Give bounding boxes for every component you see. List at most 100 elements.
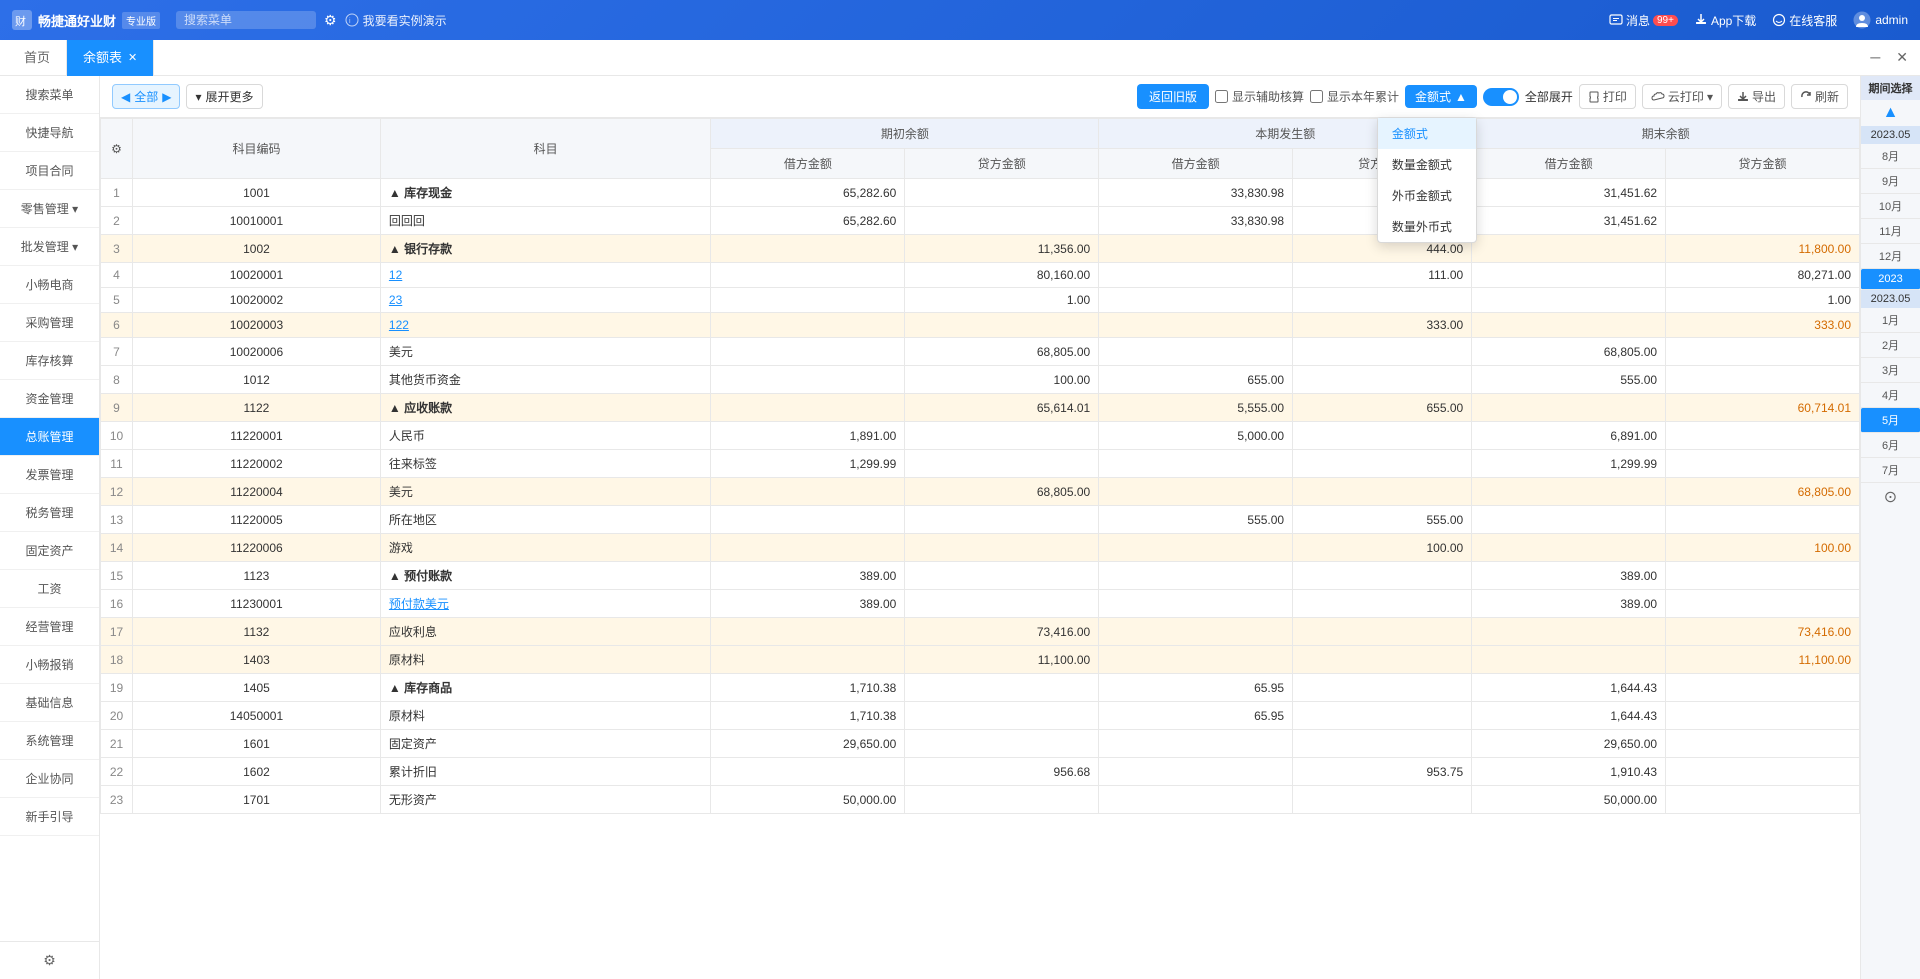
sidebar-item-shortcut[interactable]: 快捷导航 [0, 114, 99, 152]
sidebar-item-search[interactable]: 搜索菜单 [0, 76, 99, 114]
row-number: 18 [101, 646, 133, 674]
sidebar-item-capital[interactable]: 资金管理 [0, 380, 99, 418]
table-row: 4100200011280,160.00111.0080,271.00 [101, 263, 1860, 288]
dropdown-item-qty-foreign[interactable]: 数量外币式 [1378, 211, 1476, 242]
tab-balance[interactable]: 余额表 ✕ [67, 40, 154, 76]
user-avatar[interactable]: admin [1853, 11, 1908, 29]
subject-name: 原材料 [380, 702, 711, 730]
period-month-6[interactable]: 6月 [1861, 433, 1920, 458]
period-month-2[interactable]: 2月 [1861, 333, 1920, 358]
year-accum-checkbox[interactable] [1310, 90, 1323, 103]
sidebar-item-fixed-assets[interactable]: 固定资产 [0, 532, 99, 570]
period-debit-cell: 5,555.00 [1099, 394, 1293, 422]
sidebar-item-base-info[interactable]: 基础信息 [0, 684, 99, 722]
toggle-track[interactable] [1483, 88, 1519, 106]
row-number: 15 [101, 562, 133, 590]
expand-more-btn[interactable]: ▾ 展开更多 [186, 84, 262, 109]
subject-name[interactable]: ▲ 预付账款 [380, 562, 711, 590]
minimize-btn[interactable]: ─ [1866, 49, 1884, 66]
message-icon [1609, 13, 1623, 27]
settings-col-header[interactable]: ⚙ [101, 119, 133, 179]
sidebar-item-sales[interactable]: 小畅报销 [0, 646, 99, 684]
opening-credit-cell [905, 506, 1099, 534]
tab-home[interactable]: 首页 [8, 40, 67, 76]
sidebar-item-purchase[interactable]: 采购管理 [0, 304, 99, 342]
subject-name[interactable]: 预付款美元 [380, 590, 711, 618]
opening-debit-cell [711, 263, 905, 288]
period-debit-cell [1099, 235, 1293, 263]
closing-debit-cell [1472, 506, 1666, 534]
sidebar-item-inventory[interactable]: 库存核算 [0, 342, 99, 380]
year-accum-label[interactable]: 显示本年累计 [1310, 88, 1399, 105]
sidebar-item-enterprise[interactable]: 企业协同 [0, 760, 99, 798]
refresh-btn[interactable]: 刷新 [1791, 84, 1848, 109]
table-row: 610020003122333.00333.00 [101, 313, 1860, 338]
aux-checkbox[interactable] [1215, 90, 1228, 103]
subject-name[interactable]: ▲ 银行存款 [380, 235, 711, 263]
sidebar-item-retail[interactable]: 零售管理 ▾ [0, 190, 99, 228]
closing-debit-cell [1472, 313, 1666, 338]
demo-link[interactable]: i 我要看实例演示 [345, 12, 447, 29]
dropdown-item-amount[interactable]: 金额式 [1378, 118, 1476, 149]
subject-name[interactable]: 122 [380, 313, 711, 338]
app-download-btn[interactable]: App下载 [1694, 12, 1756, 29]
period-credit-cell: 655.00 [1293, 394, 1472, 422]
opening-credit-cell [905, 730, 1099, 758]
subject-name[interactable]: 12 [380, 263, 711, 288]
all-filter-btn[interactable]: ◀ 全部 ▶ [112, 84, 180, 109]
period-month-4[interactable]: 4月 [1861, 383, 1920, 408]
sidebar-item-operations[interactable]: 经营管理 [0, 608, 99, 646]
period-month-11[interactable]: 11月 [1861, 219, 1920, 244]
period-month-8[interactable]: 8月 [1861, 144, 1920, 169]
sidebar-item-tax[interactable]: 税务管理 [0, 494, 99, 532]
period-up-btn[interactable]: ▲ [1861, 100, 1920, 126]
export-btn[interactable]: 导出 [1728, 84, 1785, 109]
sidebar-item-ecommerce[interactable]: 小畅电商 [0, 266, 99, 304]
opening-credit-cell: 100.00 [905, 366, 1099, 394]
period-month-12[interactable]: 12月 [1861, 244, 1920, 269]
amount-type-btn[interactable]: 金额式 ▲ [1405, 85, 1477, 108]
service-icon [1772, 13, 1786, 27]
dropdown-item-qty-amount[interactable]: 数量金额式 [1378, 149, 1476, 180]
aux-check-label[interactable]: 显示辅助核算 [1215, 88, 1304, 105]
row-number: 8 [101, 366, 133, 394]
period-collapse-btn[interactable]: ⊙ [1861, 483, 1920, 511]
row-number: 17 [101, 618, 133, 646]
period-year-2023[interactable]: 2023 [1861, 269, 1920, 290]
sidebar-item-ledger[interactable]: 总账管理 [0, 418, 99, 456]
opening-credit-cell: 1.00 [905, 288, 1099, 313]
search-input[interactable] [176, 11, 316, 29]
messages-btn[interactable]: 消息 99+ [1609, 12, 1678, 29]
sidebar-item-project[interactable]: 项目合同 [0, 152, 99, 190]
dropdown-item-foreign-amount[interactable]: 外币金额式 [1378, 180, 1476, 211]
opening-credit-cell [905, 207, 1099, 235]
print-btn[interactable]: 打印 [1579, 84, 1636, 109]
period-month-5[interactable]: 5月 [1861, 408, 1920, 433]
opening-credit-cell: 68,805.00 [905, 478, 1099, 506]
subject-name[interactable]: 23 [380, 288, 711, 313]
online-service-btn[interactable]: 在线客服 [1772, 12, 1837, 29]
period-month-1[interactable]: 1月 [1861, 308, 1920, 333]
sidebar-item-invoice[interactable]: 发票管理 [0, 456, 99, 494]
sidebar-item-wholesale[interactable]: 批发管理 ▾ [0, 228, 99, 266]
expand-toggle[interactable]: 全部展开 [1483, 88, 1573, 106]
opening-debit-cell [711, 366, 905, 394]
cloud-print-btn[interactable]: 云打印 ▾ [1642, 84, 1722, 109]
subject-name[interactable]: ▲ 库存现金 [380, 179, 711, 207]
tab-close-btn[interactable]: ✕ [128, 40, 137, 76]
subject-name[interactable]: ▲ 应收账款 [380, 394, 711, 422]
subject-name: 固定资产 [380, 730, 711, 758]
table-row: 1011220001人民币1,891.005,000.006,891.00 [101, 422, 1860, 450]
sidebar-settings-btn[interactable]: ⚙ [0, 941, 99, 979]
period-month-10[interactable]: 10月 [1861, 194, 1920, 219]
sidebar-item-beginner[interactable]: 新手引导 [0, 798, 99, 836]
settings-gear[interactable]: ⚙ [324, 12, 337, 29]
period-month-3[interactable]: 3月 [1861, 358, 1920, 383]
sidebar-item-salary[interactable]: 工资 [0, 570, 99, 608]
subject-name[interactable]: ▲ 库存商品 [380, 674, 711, 702]
sidebar-item-sys-mgmt[interactable]: 系统管理 [0, 722, 99, 760]
period-month-9[interactable]: 9月 [1861, 169, 1920, 194]
close-window-btn[interactable]: ✕ [1892, 49, 1912, 66]
period-month-7[interactable]: 7月 [1861, 458, 1920, 483]
return-old-btn[interactable]: 返回旧版 [1137, 84, 1209, 109]
